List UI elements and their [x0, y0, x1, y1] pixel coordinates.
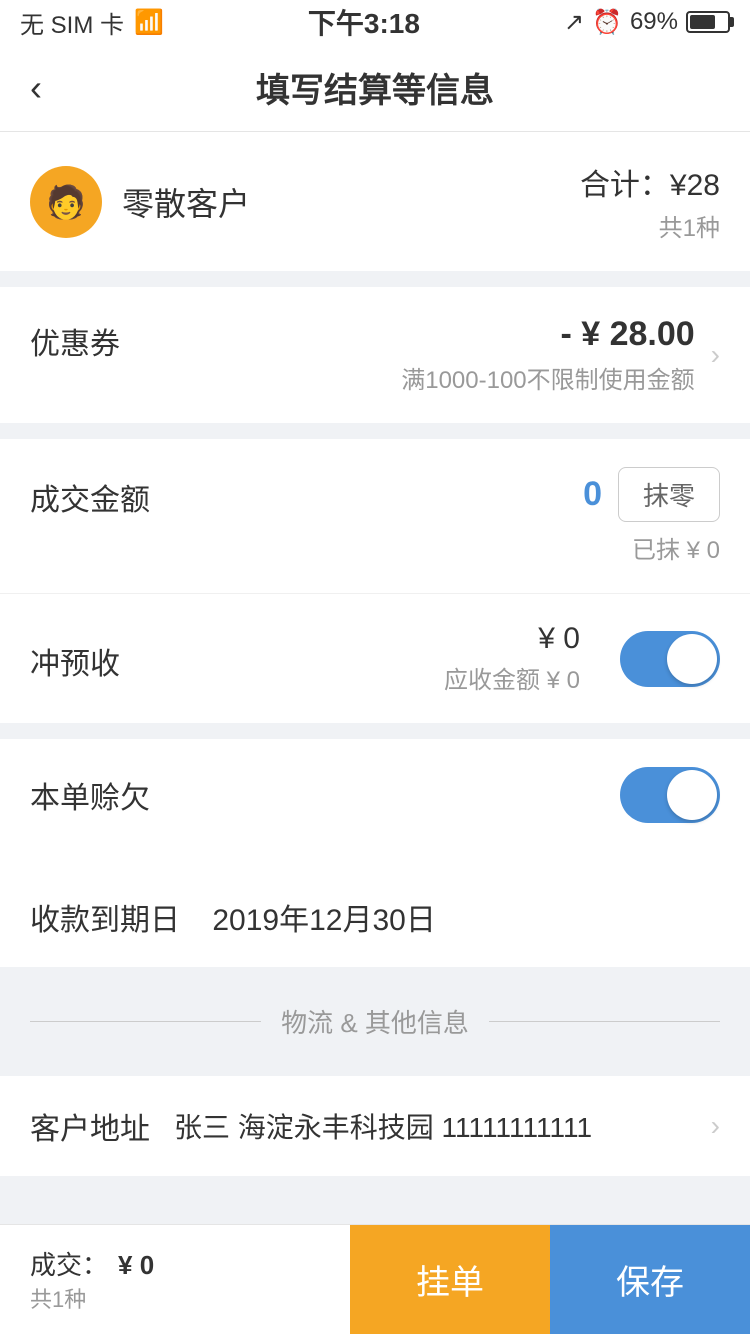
prereceive-toggle[interactable] [620, 631, 720, 687]
duedate-value: 2019年12月30日 [212, 904, 435, 937]
avatar: 🧑 [30, 166, 102, 238]
status-left: 无 SIM 卡 📶 [20, 5, 164, 40]
coupon-amount: - ¥ 28.00 [401, 315, 694, 354]
duedate-label: 收款到期日 [30, 904, 180, 937]
bottom-deal-count: 共1种 [30, 1282, 320, 1314]
hold-button[interactable]: 挂单 [350, 1225, 550, 1334]
deal-value[interactable]: 0 [562, 475, 602, 514]
prereceive-sub: 应收金额 ¥ 0 [444, 660, 580, 695]
carrier-text: 无 SIM 卡 [20, 5, 124, 40]
duedate-row: 收款到期日 2019年12月30日 [0, 867, 750, 967]
customer-name: 零散客户 [122, 179, 250, 225]
customer-row: 🧑 零散客户 合计：¥28 共1种 [0, 132, 750, 271]
save-button[interactable]: 保存 [550, 1225, 750, 1334]
avatar-icon: 🧑 [46, 183, 86, 221]
coupon-label: 优惠券 [30, 315, 120, 363]
deal-section: 成交金额 0 抹零 已抹 ¥ 0 冲预收 ¥ 0 应收金额 ¥ 0 [0, 439, 750, 723]
logistics-divider: 物流 & 其他信息 [30, 1003, 720, 1040]
deal-input-area: 0 抹零 [562, 467, 720, 522]
address-row[interactable]: 客户地址 张三 海淀永丰科技园 11111111111 › [0, 1076, 750, 1176]
battery-fill [690, 15, 715, 29]
alarm-icon: ⏰ [592, 8, 622, 37]
prereceive-row: 冲预收 ¥ 0 应收金额 ¥ 0 [0, 594, 750, 723]
divider-right [489, 1021, 720, 1022]
debt-label: 本单赊欠 [30, 773, 150, 817]
wifi-icon: 📶 [134, 8, 164, 37]
page-title: 填写结算等信息 [256, 63, 494, 112]
total-price: 合计：¥28 [580, 160, 720, 204]
battery-icon [686, 11, 730, 33]
deal-amount-row: 成交金额 0 抹零 已抹 ¥ 0 [0, 439, 750, 594]
round-zero-button[interactable]: 抹零 [618, 467, 720, 522]
prereceive-top: 冲预收 ¥ 0 应收金额 ¥ 0 [30, 622, 720, 695]
nav-bar: ‹ 填写结算等信息 [0, 44, 750, 132]
coupon-desc: 满1000-100不限制使用金额 [401, 360, 694, 395]
location-icon: ↗ [564, 8, 584, 37]
bottom-deal-row: 成交： ¥ 0 [30, 1245, 320, 1282]
debt-row: 本单赊欠 [0, 739, 750, 851]
coupon-right: - ¥ 28.00 满1000-100不限制使用金额 › [401, 315, 720, 395]
debt-section: 本单赊欠 收款到期日 2019年12月30日 [0, 739, 750, 967]
battery-percent: 69% [630, 8, 678, 36]
coupon-value-block: - ¥ 28.00 满1000-100不限制使用金额 [401, 315, 694, 395]
customer-left: 🧑 零散客户 [30, 166, 250, 238]
status-bar: 无 SIM 卡 📶 下午3:18 ↗ ⏰ 69% [0, 0, 750, 44]
prereceive-value-block: ¥ 0 应收金额 ¥ 0 [444, 622, 580, 695]
address-value: 张三 海淀永丰科技园 11111111111 [174, 1106, 711, 1146]
address-chevron: › [711, 1110, 720, 1142]
prereceive-amount: ¥ 0 [444, 622, 580, 656]
coupon-row[interactable]: 优惠券 - ¥ 28.00 满1000-100不限制使用金额 › [0, 287, 750, 423]
prereceive-label: 冲预收 [30, 635, 120, 683]
debt-toggle-knob [667, 770, 717, 820]
bottom-bar: 成交： ¥ 0 共1种 挂单 保存 [0, 1224, 750, 1334]
deal-label: 成交金额 [30, 471, 150, 519]
logistics-section: 物流 & 其他信息 [0, 983, 750, 1060]
bottom-deal-value: ¥ 0 [118, 1250, 154, 1281]
bottom-info: 成交： ¥ 0 共1种 [0, 1245, 350, 1314]
logistics-label: 物流 & 其他信息 [281, 1003, 469, 1040]
prereceive-toggle-knob [667, 634, 717, 684]
total-count: 共1种 [580, 208, 720, 243]
status-right: ↗ ⏰ 69% [564, 8, 730, 37]
divider-left [30, 1021, 261, 1022]
main-content: 🧑 零散客户 合计：¥28 共1种 优惠券 - ¥ 28.00 满1000-10… [0, 132, 750, 1312]
deal-sub-text: 已抹 ¥ 0 [30, 530, 720, 565]
coupon-chevron: › [711, 339, 720, 371]
customer-summary: 合计：¥28 共1种 [580, 160, 720, 243]
debt-toggle[interactable] [620, 767, 720, 823]
deal-row-top: 成交金额 0 抹零 [30, 467, 720, 522]
back-button[interactable]: ‹ [30, 67, 42, 109]
address-label: 客户地址 [30, 1104, 150, 1148]
status-time: 下午3:18 [308, 2, 420, 42]
bottom-deal-label: 成交： [30, 1245, 108, 1282]
coupon-section: 优惠券 - ¥ 28.00 满1000-100不限制使用金额 › [0, 287, 750, 423]
